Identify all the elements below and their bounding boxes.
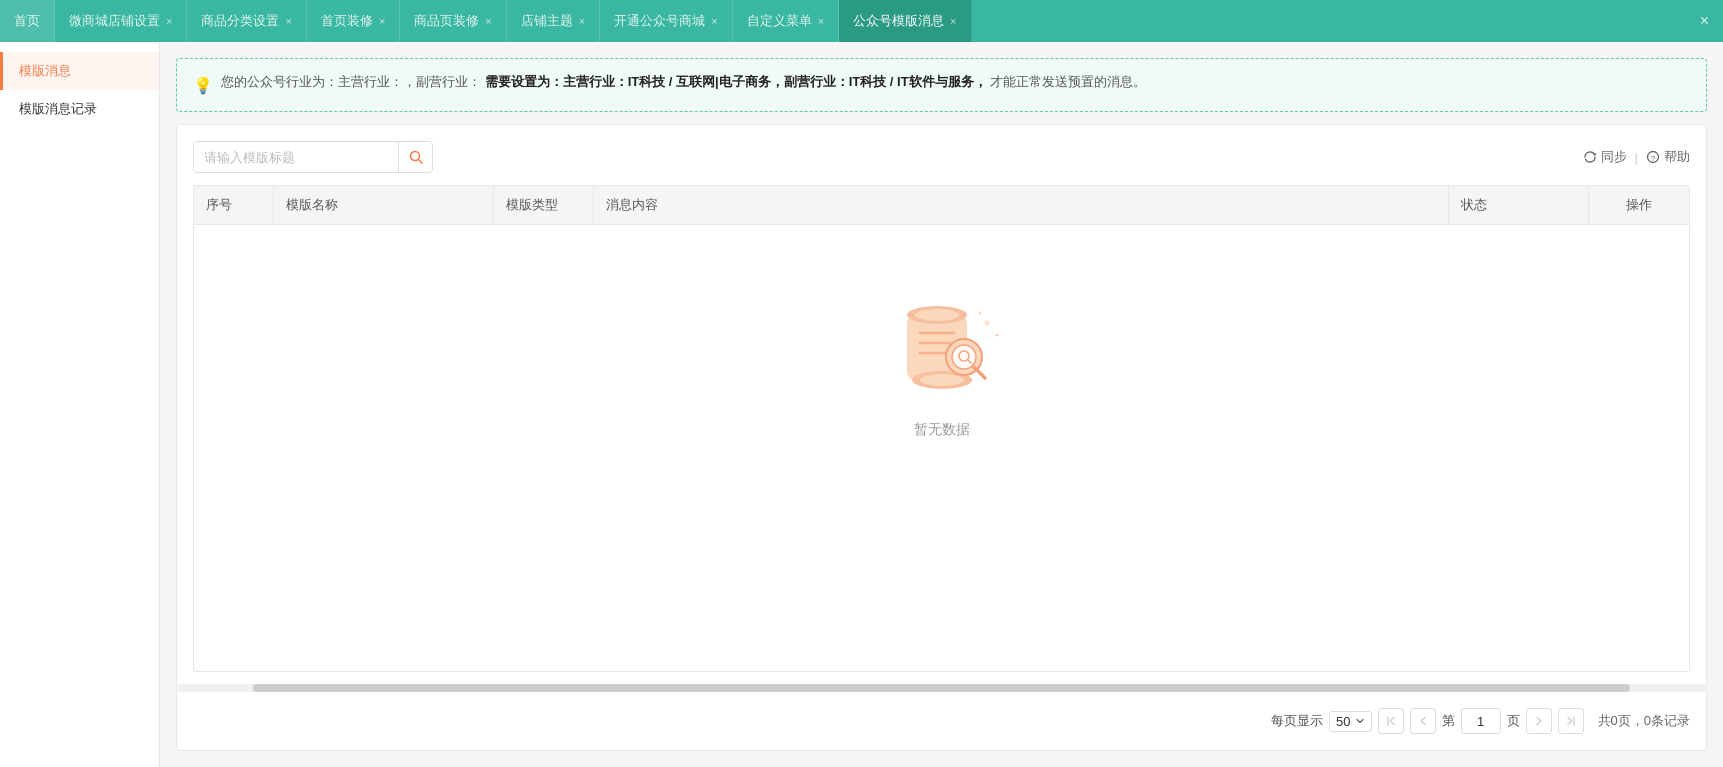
prev-page-button[interactable]	[1410, 708, 1436, 734]
close-all-button[interactable]: ×	[1686, 12, 1723, 30]
nav-tab-custommenu-label: 自定义菜单	[747, 12, 812, 30]
nav-tab-category[interactable]: 商品分类设置 ×	[187, 0, 306, 42]
first-page-icon	[1386, 716, 1396, 726]
notice-suffix: 才能正常发送预置的消息。	[990, 74, 1146, 89]
nav-tab-theme-close[interactable]: ×	[579, 16, 585, 27]
search-icon	[409, 150, 423, 164]
nav-tab-openstore-close[interactable]: ×	[711, 16, 717, 27]
nav-tab-template[interactable]: 公众号模版消息 ×	[839, 0, 971, 42]
divider: |	[1635, 150, 1638, 165]
th-type: 模版类型	[494, 186, 594, 224]
pagination: 每页显示 50 第	[193, 704, 1690, 734]
sidebar-item-template-msg-label: 模版消息	[19, 63, 71, 78]
nav-tab-productpage-close[interactable]: ×	[485, 16, 491, 27]
search-actions: 同步 | ? 帮助	[1583, 148, 1690, 166]
last-page-button[interactable]	[1558, 708, 1584, 734]
help-icon: ?	[1646, 150, 1660, 164]
content-card: 同步 | ? 帮助 序号	[176, 124, 1707, 751]
nav-tab-productpage-label: 商品页装修	[414, 12, 479, 30]
nav-tab-custommenu-close[interactable]: ×	[818, 16, 824, 27]
svg-point-14	[952, 345, 976, 369]
nav-tab-theme-label: 店铺主题	[521, 12, 573, 30]
search-row: 同步 | ? 帮助	[193, 141, 1690, 173]
notice-box: 💡 您的公众号行业为：主营行业：，副营行业： 需要设置为：主营行业：IT科技 /…	[176, 58, 1707, 112]
sync-icon	[1583, 150, 1597, 164]
nav-tab-category-close[interactable]: ×	[285, 16, 291, 27]
notice-highlight: 需要设置为：主营行业：IT科技 / 互联网|电子商务，副营行业：IT科技 / I…	[485, 74, 987, 89]
page-size-value: 50	[1336, 714, 1350, 729]
empty-illustration	[882, 285, 1002, 405]
nav-tab-homepage[interactable]: 首页装修 ×	[307, 0, 400, 42]
sidebar-item-template-record[interactable]: 模版消息记录	[0, 90, 159, 128]
chevron-down-icon	[1355, 716, 1365, 726]
horizontal-scrollbar[interactable]	[177, 684, 1706, 692]
search-input[interactable]	[194, 142, 398, 172]
search-input-wrap[interactable]	[193, 141, 433, 173]
table-header: 序号 模版名称 模版类型 消息内容 状态 操作	[194, 186, 1689, 225]
th-content: 消息内容	[594, 186, 1449, 224]
nav-tab-template-label: 公众号模版消息	[853, 12, 944, 30]
empty-state: 暂无数据	[194, 225, 1689, 479]
last-page-icon	[1566, 716, 1576, 726]
svg-point-7	[915, 309, 959, 321]
nav-tab-productpage[interactable]: 商品页装修 ×	[400, 0, 506, 42]
svg-point-18	[984, 321, 989, 326]
nav-tab-category-label: 商品分类设置	[201, 12, 279, 30]
page-label-pre: 第	[1442, 712, 1455, 730]
scrollbar-thumb[interactable]	[253, 684, 1629, 692]
empty-text: 暂无数据	[914, 421, 970, 439]
th-name: 模版名称	[274, 186, 494, 224]
main-content: 💡 您的公众号行业为：主营行业：，副营行业： 需要设置为：主营行业：IT科技 /…	[160, 42, 1723, 767]
help-button[interactable]: ? 帮助	[1646, 148, 1690, 166]
svg-point-20	[978, 312, 981, 315]
next-page-button[interactable]	[1526, 708, 1552, 734]
svg-line-15	[974, 367, 985, 378]
svg-point-19	[995, 334, 998, 337]
nav-tab-weshop-close[interactable]: ×	[166, 16, 172, 27]
page-size-label: 每页显示	[1271, 712, 1323, 730]
sidebar-item-template-msg[interactable]: 模版消息	[0, 52, 159, 90]
page-size-select[interactable]: 50	[1329, 711, 1371, 732]
page-input[interactable]	[1461, 708, 1501, 734]
svg-line-1	[418, 160, 422, 164]
nav-tab-weshop[interactable]: 微商城店铺设置 ×	[55, 0, 187, 42]
nav-tab-theme[interactable]: 店铺主题 ×	[507, 0, 600, 42]
nav-tab-homepage-close[interactable]: ×	[379, 16, 385, 27]
top-nav: 首页 微商城店铺设置 × 商品分类设置 × 首页装修 × 商品页装修 × 店铺主…	[0, 0, 1723, 42]
page-label-post: 页	[1507, 712, 1520, 730]
th-status: 状态	[1449, 186, 1589, 224]
search-button[interactable]	[398, 141, 432, 173]
svg-text:?: ?	[1651, 154, 1656, 163]
next-page-icon	[1535, 716, 1543, 726]
main-layout: 模版消息 模版消息记录 💡 您的公众号行业为：主营行业：，副营行业： 需要设置为…	[0, 42, 1723, 767]
nav-tab-homepage-label: 首页装修	[321, 12, 373, 30]
nav-tab-weshop-label: 微商城店铺设置	[69, 12, 160, 30]
sidebar: 模版消息 模版消息记录	[0, 42, 160, 767]
data-table: 序号 模版名称 模版类型 消息内容 状态 操作	[193, 185, 1690, 672]
nav-tab-home-label: 首页	[14, 12, 40, 30]
first-page-button[interactable]	[1378, 708, 1404, 734]
sync-button[interactable]: 同步	[1583, 148, 1627, 166]
nav-tab-home[interactable]: 首页	[0, 0, 55, 42]
nav-tab-openstore-label: 开通公众号商城	[614, 12, 705, 30]
help-label: 帮助	[1664, 148, 1690, 166]
nav-tab-openstore[interactable]: 开通公众号商城 ×	[600, 0, 732, 42]
th-no: 序号	[194, 186, 274, 224]
th-action: 操作	[1589, 186, 1689, 224]
notice-text: 您的公众号行业为：主营行业：，副营行业： 需要设置为：主营行业：IT科技 / 互…	[221, 71, 1146, 93]
nav-tab-template-close[interactable]: ×	[950, 16, 956, 27]
notice-prefix: 您的公众号行业为：主营行业：，副营行业：	[221, 74, 481, 89]
notice-icon: 💡	[193, 72, 213, 99]
sync-label: 同步	[1601, 148, 1627, 166]
nav-tab-custommenu[interactable]: 自定义菜单 ×	[733, 0, 839, 42]
sidebar-item-template-record-label: 模版消息记录	[19, 101, 97, 116]
svg-point-9	[920, 374, 964, 386]
total-text: 共0页，0条记录	[1598, 712, 1690, 730]
prev-page-icon	[1419, 716, 1427, 726]
